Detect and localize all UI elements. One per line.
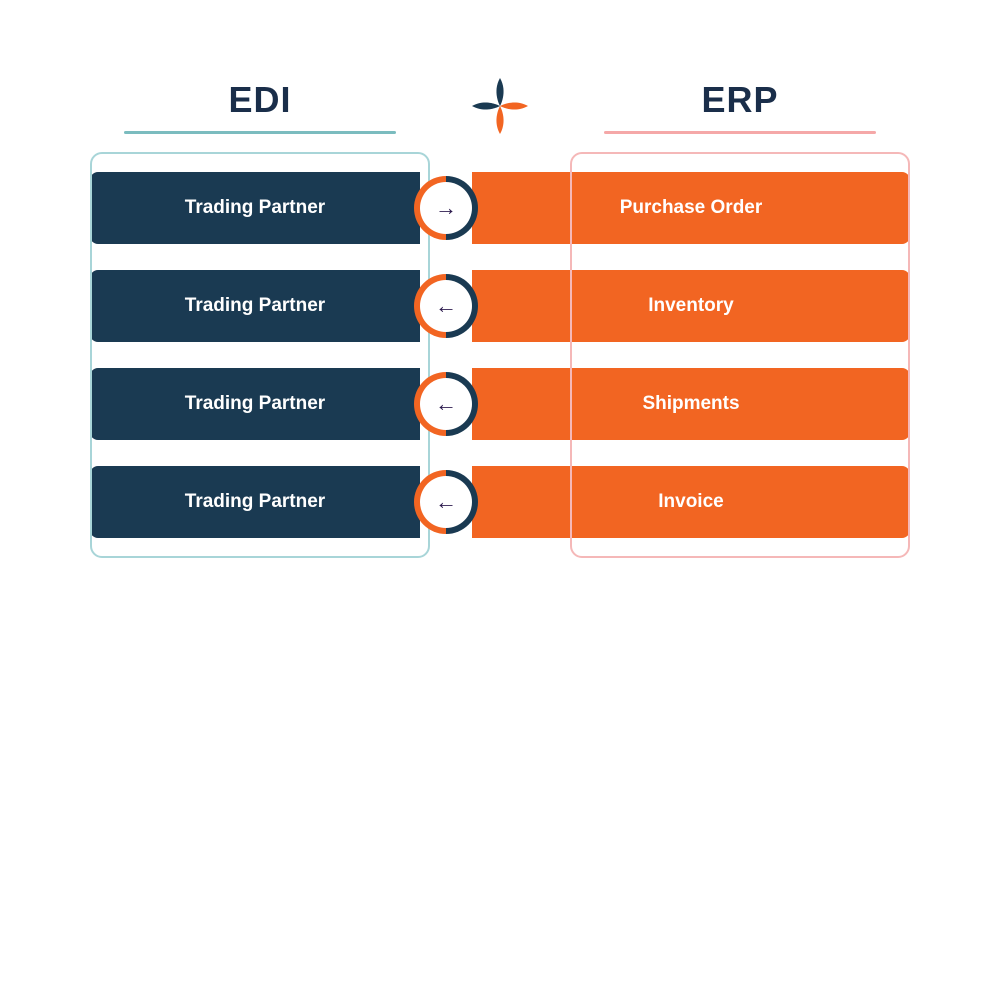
erp-bar-purchase-order: Purchase Order	[472, 172, 910, 244]
diagram-container: EDI ERP	[70, 70, 930, 930]
erp-bar-label-inventory: Inventory	[648, 295, 734, 317]
edi-bar-purchase-order: Trading Partner	[90, 172, 420, 244]
arrow-circle-inventory: ←	[414, 274, 478, 338]
erp-bar-shipments: Shipments	[472, 368, 910, 440]
edi-bar-label-inventory: Trading Partner	[185, 295, 325, 317]
arrow-inner-inventory: ←	[420, 280, 472, 332]
arrow-circle-shipments: ←	[414, 372, 478, 436]
arrow-left-icon-shipments: ←	[435, 391, 457, 417]
flow-row-inventory: Trading Partner ← Inventory	[90, 270, 910, 342]
rows-container: Trading Partner → Purchase Order Trading…	[90, 152, 910, 558]
edi-bar-inventory: Trading Partner	[90, 270, 420, 342]
erp-bar-label-shipments: Shipments	[642, 393, 739, 415]
arrow-right-icon: →	[435, 195, 457, 221]
logo-area	[460, 70, 540, 142]
edi-bar-label-invoice: Trading Partner	[185, 491, 325, 513]
erp-header: ERP	[570, 79, 910, 142]
edi-bar-label-shipments: Trading Partner	[185, 393, 325, 415]
erp-bar-inventory: Inventory	[472, 270, 910, 342]
header-row: EDI ERP	[90, 70, 910, 142]
arrow-inner-invoice: ←	[420, 476, 472, 528]
erp-underline	[604, 131, 876, 134]
edi-title: EDI	[90, 79, 430, 121]
arrow-inner-shipments: ←	[420, 378, 472, 430]
edi-bar-shipments: Trading Partner	[90, 368, 420, 440]
brand-logo-icon	[464, 70, 536, 142]
flow-row-purchase-order: Trading Partner → Purchase Order	[90, 172, 910, 244]
flow-row-shipments: Trading Partner ← Shipments	[90, 368, 910, 440]
erp-bar-label-purchase-order: Purchase Order	[620, 197, 763, 219]
arrow-left-icon-inventory: ←	[435, 293, 457, 319]
edi-bar-invoice: Trading Partner	[90, 466, 420, 538]
edi-underline	[124, 131, 396, 134]
erp-title: ERP	[570, 79, 910, 121]
main-area: Trading Partner → Purchase Order Trading…	[90, 152, 910, 558]
erp-bar-invoice: Invoice	[472, 466, 910, 538]
arrow-circle-invoice: ←	[414, 470, 478, 534]
arrow-left-icon-invoice: ←	[435, 489, 457, 515]
edi-bar-label-purchase-order: Trading Partner	[185, 197, 325, 219]
edi-header: EDI	[90, 79, 430, 142]
arrow-inner-purchase-order: →	[420, 182, 472, 234]
arrow-circle-purchase-order: →	[414, 176, 478, 240]
erp-bar-label-invoice: Invoice	[658, 491, 723, 513]
flow-row-invoice: Trading Partner ← Invoice	[90, 466, 910, 538]
